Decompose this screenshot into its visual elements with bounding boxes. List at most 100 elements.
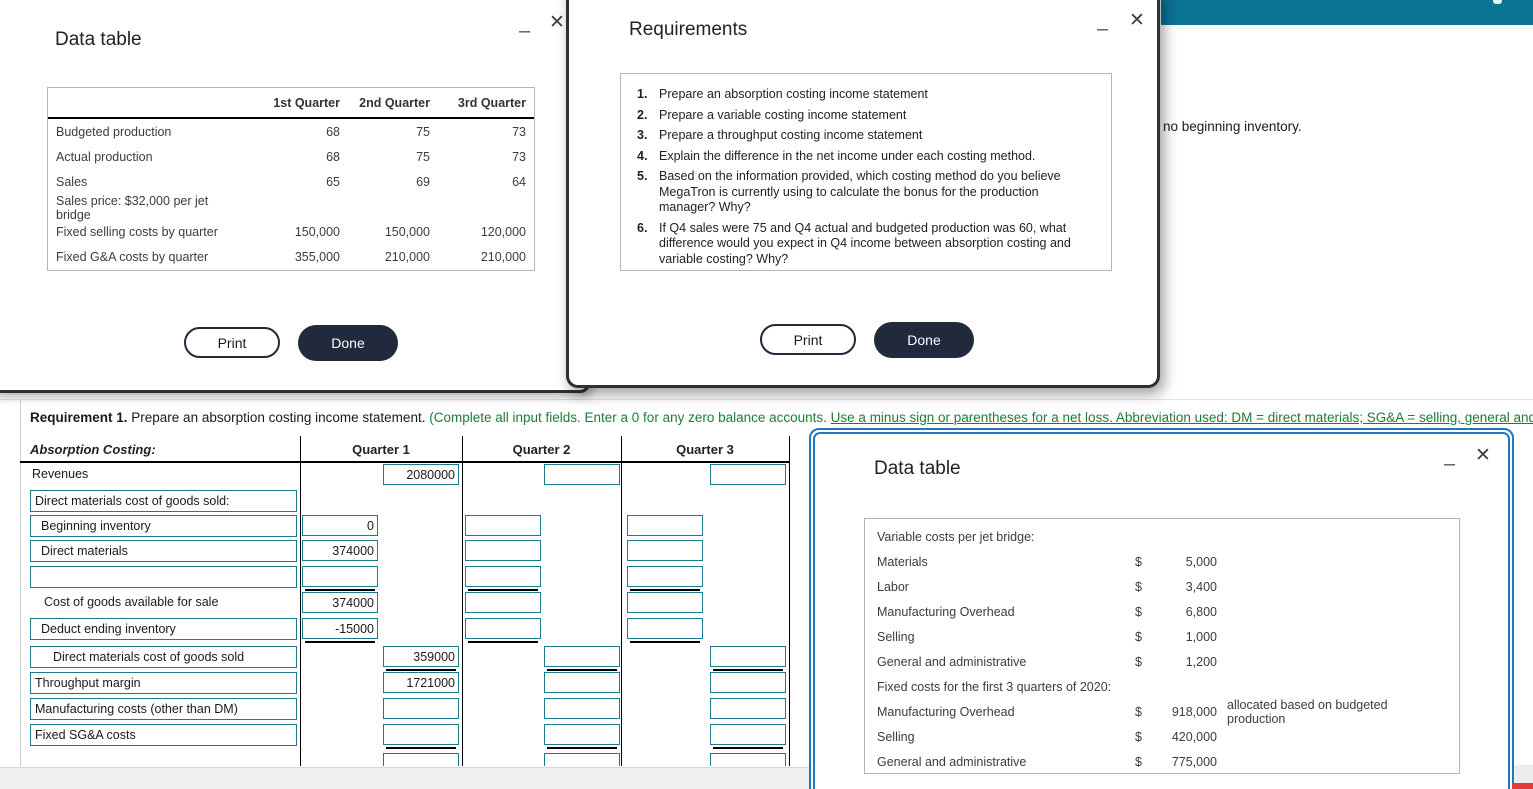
table-row: Sales price: $32,000 per jet bridge: [48, 194, 534, 222]
cost-row: Manufacturing Overhead $6,800: [877, 599, 1447, 624]
ws-row-label-4[interactable]: [30, 566, 297, 588]
row-label: Budgeted production: [56, 124, 172, 139]
ws-row-label-0: Revenues: [32, 467, 89, 481]
ws-row-label-6[interactable]: Deduct ending inventory: [30, 618, 297, 640]
ws-input-q2-row11[interactable]: [544, 753, 620, 766]
dialog-title: Data table: [55, 29, 142, 50]
requirement-number: 5.: [637, 169, 648, 183]
ws-input-q3-row6[interactable]: [627, 618, 703, 639]
ws-input-q1-row10[interactable]: [383, 724, 459, 745]
cost-note: allocated based on budgeted production: [1227, 697, 1388, 726]
cost-value: 420,000: [1171, 729, 1217, 744]
print-button[interactable]: Print: [184, 327, 280, 358]
cost-row: Materials $5,000: [877, 549, 1447, 574]
cell-value: 150,000: [384, 224, 430, 239]
column-divider: [789, 436, 790, 766]
ws-input-q2-row7[interactable]: [544, 646, 620, 667]
ws-input-q1-row6[interactable]: -15000: [302, 618, 378, 639]
requirement-text: Prepare an absorption costing income sta…: [659, 87, 928, 101]
ws-input-q1-row4[interactable]: [302, 566, 378, 587]
ws-input-q2-row9[interactable]: [544, 698, 620, 719]
ws-input-q2-row0[interactable]: [544, 464, 620, 485]
table-row: Budgeted production 68 75 73: [48, 119, 534, 144]
cell-value: 65: [326, 174, 340, 189]
ws-input-q3-row5[interactable]: [627, 592, 703, 613]
ws-input-q1-row8[interactable]: 1721000: [383, 672, 459, 693]
content-divider: [0, 399, 1533, 400]
currency-symbol: $: [1135, 704, 1142, 719]
cell-value: 75: [416, 124, 430, 139]
ws-input-q2-row6[interactable]: [465, 618, 541, 639]
ws-input-q3-row8[interactable]: [710, 672, 786, 693]
cost-label: General and administrative: [877, 654, 1027, 669]
done-button[interactable]: Done: [874, 322, 974, 358]
ws-input-q3-row0[interactable]: [710, 464, 786, 485]
ws-row-label-3[interactable]: Direct materials: [30, 540, 297, 562]
requirement-item: 3. Prepare a throughput costing income st…: [637, 128, 1097, 144]
ws-input-q3-row3[interactable]: [627, 540, 703, 561]
close-icon[interactable]: ✕: [1129, 11, 1145, 30]
requirement-text: Based on the information provided, which…: [659, 169, 1061, 214]
ws-input-q1-row7[interactable]: 359000: [383, 646, 459, 667]
table-row: Sales 65 69 64: [48, 169, 534, 194]
requirement-number: 4.: [637, 148, 648, 163]
requirement-instruction: Requirement 1. Prepare an absorption cos…: [30, 410, 1533, 425]
data-table-dialog: Data table – ✕ 1st Quarter 2nd Quarter 3rd…: [0, 0, 590, 393]
requirement-item: 5. Based on the information provided, whi…: [637, 169, 1097, 216]
ws-input-q2-row10[interactable]: [544, 724, 620, 745]
cost-value: 6,800: [1185, 604, 1217, 619]
cost-row: Selling $1,000: [877, 624, 1447, 649]
ws-input-q1-row2[interactable]: 0: [302, 515, 378, 536]
currency-symbol: $: [1135, 629, 1142, 644]
ws-row-label-1[interactable]: Direct materials cost of goods sold:: [30, 490, 297, 512]
cell-value: 210,000: [480, 249, 526, 264]
ws-input-q1-row5[interactable]: 374000: [302, 592, 378, 613]
minimize-icon[interactable]: –: [1097, 19, 1108, 39]
cost-label: Manufacturing Overhead: [877, 704, 1015, 719]
requirement-text: If Q4 sales were 75 and Q4 actual and bu…: [659, 220, 1071, 266]
ws-input-q3-row2[interactable]: [627, 515, 703, 536]
ws-input-q3-row11[interactable]: [710, 753, 786, 766]
ws-input-q1-row3[interactable]: 374000: [302, 540, 378, 561]
ws-input-q3-row10[interactable]: [710, 724, 786, 745]
close-icon[interactable]: ✕: [549, 13, 565, 32]
requirement-item: 1. Prepare an absorption costing income s…: [637, 87, 1097, 103]
table-header-row: 1st Quarter 2nd Quarter 3rd Quarter: [48, 88, 534, 119]
ws-input-q1-row0[interactable]: 2080000: [383, 464, 459, 485]
requirement-text: Prepare a variable costing income statem…: [659, 107, 907, 122]
minimize-icon[interactable]: –: [1444, 454, 1455, 474]
requirement-hint: (Complete all input fields. Enter a 0 fo…: [429, 410, 831, 425]
column-header: 1st Quarter: [273, 95, 340, 110]
done-button[interactable]: Done: [298, 325, 398, 361]
close-icon[interactable]: ✕: [1475, 446, 1491, 465]
top-bar-glyph: [1493, 0, 1502, 4]
ws-row-label-2[interactable]: Beginning inventory: [30, 515, 297, 537]
cell-value: 120,000: [480, 224, 526, 239]
requirement-title: Requirement 1.: [30, 410, 128, 425]
ws-input-q1-row9[interactable]: [383, 698, 459, 719]
ws-row-label-7[interactable]: Direct materials cost of goods sold: [30, 646, 297, 668]
ws-row-label-8[interactable]: Throughput margin: [30, 672, 297, 694]
ws-input-q1-row11[interactable]: [383, 753, 459, 766]
ws-input-q2-row8[interactable]: [544, 672, 620, 693]
requirements-dialog: Requirements – ✕ 1. Prepare an absorption…: [566, 0, 1160, 388]
ws-input-q2-row2[interactable]: [465, 515, 541, 536]
print-button[interactable]: Print: [760, 324, 856, 355]
column-divider: [300, 436, 301, 766]
cost-value: 5,000: [1185, 554, 1217, 569]
cost-label: General and administrative: [877, 754, 1027, 769]
dialog-title: Requirements: [629, 19, 748, 40]
ws-row-label-10[interactable]: Fixed SG&A costs: [30, 724, 297, 746]
subtotal-rule: [547, 669, 617, 671]
cost-label: Manufacturing Overhead: [877, 604, 1015, 619]
ws-input-q3-row4[interactable]: [627, 566, 703, 587]
minimize-icon[interactable]: –: [519, 21, 530, 41]
ws-input-q2-row4[interactable]: [465, 566, 541, 587]
ws-input-q3-row9[interactable]: [710, 698, 786, 719]
ws-row-label-9[interactable]: Manufacturing costs (other than DM): [30, 698, 297, 720]
column-header: 3rd Quarter: [457, 95, 526, 110]
ws-input-q2-row5[interactable]: [465, 592, 541, 613]
currency-symbol: $: [1135, 554, 1142, 569]
ws-input-q2-row3[interactable]: [465, 540, 541, 561]
ws-input-q3-row7[interactable]: [710, 646, 786, 667]
